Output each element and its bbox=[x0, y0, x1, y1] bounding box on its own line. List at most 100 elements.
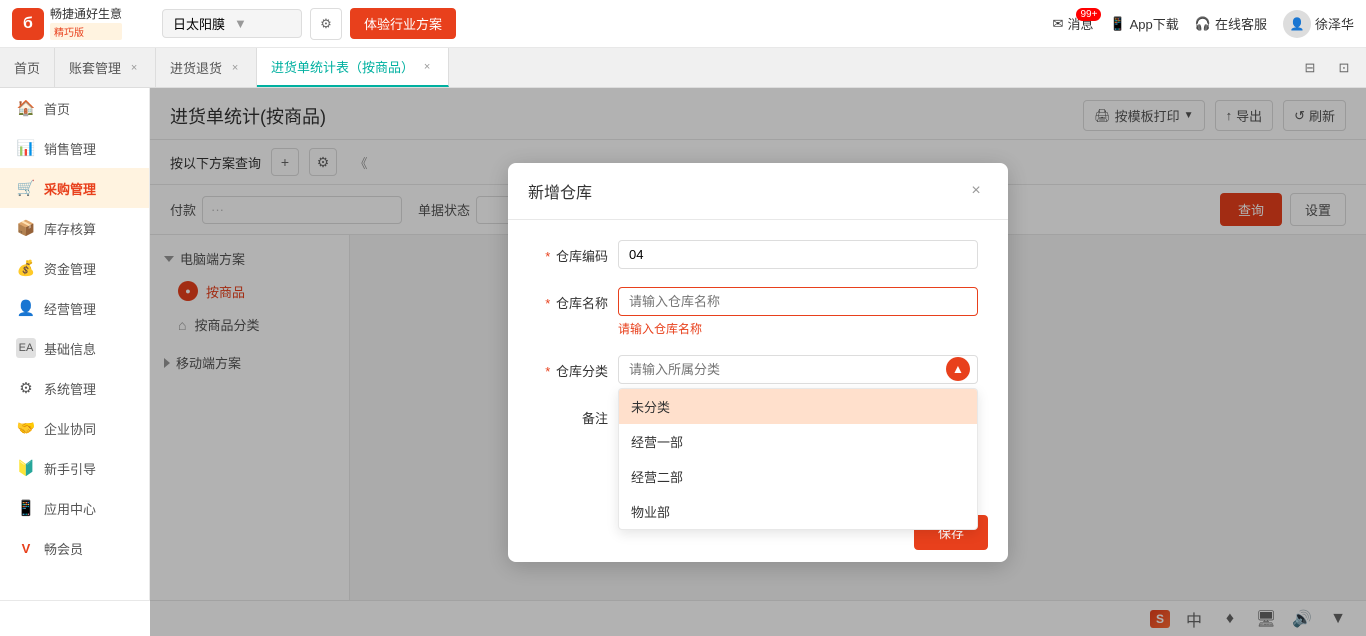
tab-purchase-stats-label: 进货单统计表（按商品） bbox=[271, 57, 414, 76]
finance-icon: 💰 bbox=[16, 258, 36, 278]
settings-icon[interactable]: ⚙ bbox=[310, 8, 342, 40]
category-input-wrap: ▲ 未分类 经营一部 经营二部 物业部 bbox=[618, 355, 978, 384]
sidebar-item-vip[interactable]: V 畅会员 bbox=[0, 528, 149, 568]
code-row: * 仓库编码 bbox=[538, 240, 978, 269]
tab-bar: 首页 账套管理 × 进货退货 × 进货单统计表（按商品） × ⊟ ⊡ bbox=[0, 48, 1366, 88]
store-name: 日太阳膜 bbox=[173, 14, 230, 33]
tab-accounts-label: 账套管理 bbox=[69, 58, 121, 77]
sidebar-vip-label: 畅会员 bbox=[44, 539, 83, 558]
user-name: 徐泽华 bbox=[1315, 14, 1354, 33]
name-input[interactable] bbox=[618, 287, 978, 316]
app-icon: 📱 bbox=[1109, 16, 1125, 32]
sidebar-inventory-label: 库存核算 bbox=[44, 219, 96, 238]
main-layout: 🏠 首页 📊 销售管理 🛒 采购管理 📦 库存核算 💰 资金管理 👤 经营管理 … bbox=[0, 88, 1366, 636]
headphone-icon: 🎧 bbox=[1195, 16, 1211, 32]
category-required-star: * bbox=[545, 364, 550, 379]
purchase-icon: 🛒 bbox=[16, 178, 36, 198]
name-required-star: * bbox=[545, 296, 550, 311]
tab-home[interactable]: 首页 bbox=[0, 48, 55, 87]
basic-icon: EA bbox=[16, 338, 36, 358]
tab-accounts-close[interactable]: × bbox=[127, 61, 141, 75]
tab-home-label: 首页 bbox=[14, 58, 40, 77]
sidebar-item-enterprise[interactable]: 🤝 企业协同 bbox=[0, 408, 149, 448]
category-toggle-button[interactable]: ▲ bbox=[946, 357, 970, 381]
name-input-wrap: 请输入仓库名称 bbox=[618, 287, 978, 337]
sidebar-finance-label: 资金管理 bbox=[44, 259, 96, 278]
sidebar-enterprise-label: 企业协同 bbox=[44, 419, 96, 438]
user-profile[interactable]: 👤 徐泽华 bbox=[1283, 10, 1354, 38]
category-label: * 仓库分类 bbox=[538, 355, 618, 380]
sidebar-operation-label: 经营管理 bbox=[44, 299, 96, 318]
trial-button[interactable]: 体验行业方案 bbox=[350, 8, 456, 39]
sidebar-item-system[interactable]: ⚙ 系统管理 bbox=[0, 368, 149, 408]
store-selector[interactable]: 日太阳膜 ▼ bbox=[162, 9, 302, 38]
enterprise-icon: 🤝 bbox=[16, 418, 36, 438]
vip-icon: V bbox=[16, 538, 36, 558]
modal-body: * 仓库编码 * 仓库名称 bbox=[508, 220, 1008, 503]
app-download-button[interactable]: 📱 App下载 bbox=[1109, 14, 1178, 33]
operation-icon: 👤 bbox=[16, 298, 36, 318]
sidebar-item-basic[interactable]: EA 基础信息 bbox=[0, 328, 149, 368]
tab-actions: ⊟ ⊡ bbox=[1296, 48, 1366, 87]
code-input-wrap bbox=[618, 240, 978, 269]
dropdown-item-property[interactable]: 物业部 bbox=[619, 494, 977, 529]
dropdown-item-dept2[interactable]: 经营二部 bbox=[619, 459, 977, 494]
category-input[interactable] bbox=[618, 355, 978, 384]
user-avatar: 👤 bbox=[1283, 10, 1311, 38]
modal-title: 新增仓库 bbox=[528, 179, 592, 203]
tab-accounts[interactable]: 账套管理 × bbox=[55, 48, 156, 87]
sidebar: 🏠 首页 📊 销售管理 🛒 采购管理 📦 库存核算 💰 资金管理 👤 经营管理 … bbox=[0, 88, 150, 636]
name-label: * 仓库名称 bbox=[538, 287, 618, 312]
sales-icon: 📊 bbox=[16, 138, 36, 158]
modal-close-button[interactable]: × bbox=[964, 179, 988, 203]
sidebar-guide-label: 新手引导 bbox=[44, 459, 96, 478]
tab-purchase-stats-close[interactable]: × bbox=[420, 60, 434, 74]
dropdown-item-dept1[interactable]: 经营一部 bbox=[619, 424, 977, 459]
tab-purchase-return-label: 进货退货 bbox=[170, 58, 222, 77]
category-dropdown: 未分类 经营一部 经营二部 物业部 bbox=[618, 388, 978, 530]
online-service-button[interactable]: 🎧 在线客服 bbox=[1195, 14, 1267, 33]
sidebar-system-label: 系统管理 bbox=[44, 379, 96, 398]
app-download-label: App下载 bbox=[1130, 14, 1179, 33]
modal-header: 新增仓库 × bbox=[508, 163, 1008, 220]
tab-expand-button[interactable]: ⊡ bbox=[1330, 54, 1358, 82]
sidebar-home-label: 首页 bbox=[44, 99, 70, 118]
system-icon: ⚙ bbox=[16, 378, 36, 398]
message-icon: ✉ bbox=[1053, 16, 1064, 32]
sidebar-sales-label: 销售管理 bbox=[44, 139, 96, 158]
tab-purchase-stats[interactable]: 进货单统计表（按商品） × bbox=[257, 48, 449, 87]
online-service-label: 在线客服 bbox=[1215, 14, 1267, 33]
category-row: * 仓库分类 ▲ 未分类 经营一部 经营二部 物业部 bbox=[538, 355, 978, 384]
sidebar-item-app-center[interactable]: 📱 应用中心 bbox=[0, 488, 149, 528]
name-row: * 仓库名称 请输入仓库名称 bbox=[538, 287, 978, 337]
store-dropdown-arrow: ▼ bbox=[234, 16, 291, 31]
code-label: * 仓库编码 bbox=[538, 240, 618, 265]
sidebar-item-purchase[interactable]: 🛒 采购管理 bbox=[0, 168, 149, 208]
sidebar-item-finance[interactable]: 💰 资金管理 bbox=[0, 248, 149, 288]
sidebar-item-guide[interactable]: 🔰 新手引导 bbox=[0, 448, 149, 488]
sidebar-item-operation[interactable]: 👤 经营管理 bbox=[0, 288, 149, 328]
tab-purchase-return[interactable]: 进货退货 × bbox=[156, 48, 257, 87]
sidebar-purchase-label: 采购管理 bbox=[44, 179, 96, 198]
add-warehouse-modal: 新增仓库 × * 仓库编码 bbox=[508, 163, 1008, 562]
tab-minimize-button[interactable]: ⊟ bbox=[1296, 54, 1324, 82]
messages-button[interactable]: ✉ 消息 99+ bbox=[1053, 14, 1094, 33]
logo-area: б 畅捷通好生意 精巧版 bbox=[12, 7, 162, 40]
dropdown-item-uncategorized[interactable]: 未分类 bbox=[619, 389, 977, 424]
home-icon: 🏠 bbox=[16, 98, 36, 118]
tab-purchase-return-close[interactable]: × bbox=[228, 61, 242, 75]
inventory-icon: 📦 bbox=[16, 218, 36, 238]
sidebar-item-home[interactable]: 🏠 首页 bbox=[0, 88, 149, 128]
messages-badge: 99+ bbox=[1076, 8, 1101, 21]
logo-icon: б bbox=[12, 8, 44, 40]
sidebar-item-sales[interactable]: 📊 销售管理 bbox=[0, 128, 149, 168]
sidebar-item-inventory[interactable]: 📦 库存核算 bbox=[0, 208, 149, 248]
name-error-message: 请输入仓库名称 bbox=[618, 320, 978, 337]
remark-label: 备注 bbox=[538, 402, 618, 427]
code-input[interactable] bbox=[618, 240, 978, 269]
content-area: 进货单统计(按商品) 🖨 按模板打印 ▼ ↑ 导出 ↺ 刷新 按以下方案查询 bbox=[150, 88, 1366, 636]
top-bar: б 畅捷通好生意 精巧版 日太阳膜 ▼ ⚙ 体验行业方案 ✉ 消息 99+ 📱 … bbox=[0, 0, 1366, 48]
top-right-area: ✉ 消息 99+ 📱 App下载 🎧 在线客服 👤 徐泽华 bbox=[1053, 10, 1354, 38]
logo-text: 畅捷通好生意 bbox=[50, 7, 122, 23]
modal-overlay: 新增仓库 × * 仓库编码 bbox=[150, 88, 1366, 636]
